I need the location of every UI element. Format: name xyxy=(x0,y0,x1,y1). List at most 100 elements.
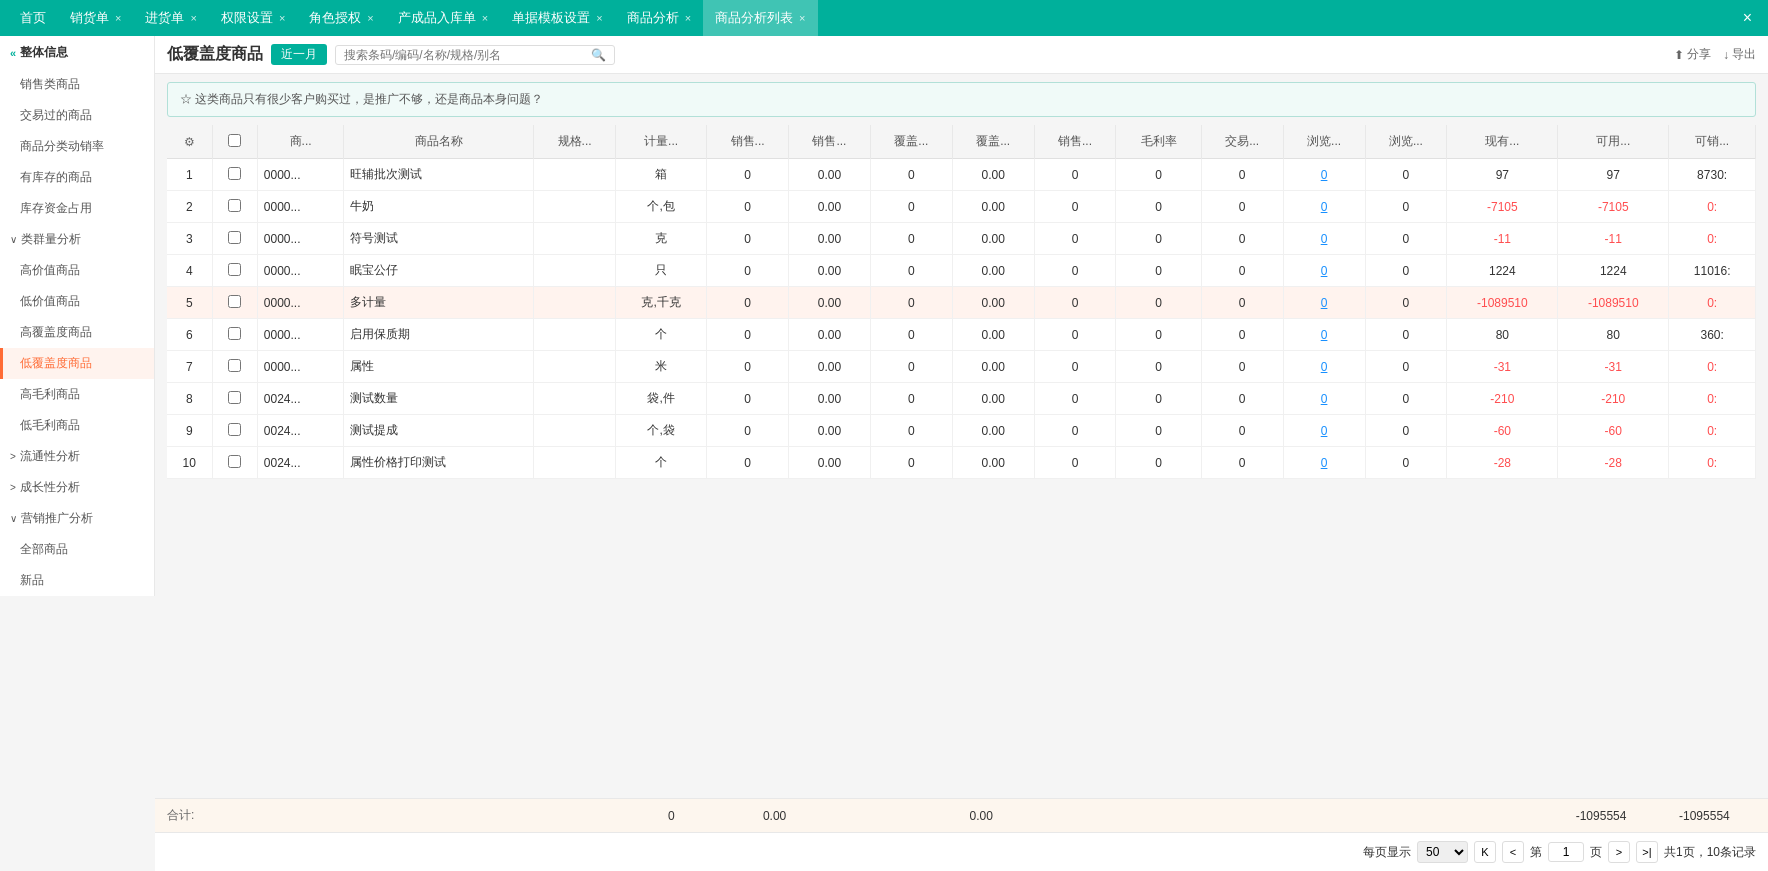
row-checkbox[interactable] xyxy=(228,455,241,468)
cell-checkbox[interactable] xyxy=(212,319,257,351)
cell-browse1[interactable]: 0 xyxy=(1283,191,1365,223)
tab-product-analysis[interactable]: 商品分析 × xyxy=(615,0,703,36)
sidebar-item-traded-goods[interactable]: 交易过的商品 xyxy=(0,100,154,131)
sidebar-item-high-value[interactable]: 高价值商品 xyxy=(0,255,154,286)
sidebar-item-low-margin[interactable]: 低毛利商品 xyxy=(0,410,154,441)
first-page-button[interactable]: K xyxy=(1474,841,1496,863)
tab-purchase[interactable]: 进货单 × xyxy=(133,0,208,36)
sidebar-item-stock-capital[interactable]: 库存资金占用 xyxy=(0,193,154,224)
cell-browse1[interactable]: 0 xyxy=(1283,255,1365,287)
cell-salable: 360: xyxy=(1669,319,1756,351)
tab-sales-order[interactable]: 销货单 × xyxy=(58,0,133,36)
tab-product-analysis-list[interactable]: 商品分析列表 × xyxy=(703,0,817,36)
search-input[interactable] xyxy=(344,48,587,62)
close-icon[interactable]: × xyxy=(596,12,602,24)
prev-page-button[interactable]: < xyxy=(1502,841,1524,863)
row-checkbox[interactable] xyxy=(228,231,241,244)
sidebar-group-growth[interactable]: > 成长性分析 xyxy=(0,472,154,503)
row-checkbox[interactable] xyxy=(228,359,241,372)
sidebar-item-sales-goods[interactable]: 销售类商品 xyxy=(0,69,154,100)
time-filter-button[interactable]: 近一月 xyxy=(271,44,327,65)
sidebar-overall-section[interactable]: « 整体信息 xyxy=(0,36,154,69)
sidebar-item-high-coverage[interactable]: 高覆盖度商品 xyxy=(0,317,154,348)
row-checkbox[interactable] xyxy=(228,263,241,276)
cell-spec xyxy=(534,159,616,191)
cell-checkbox[interactable] xyxy=(212,191,257,223)
select-all-checkbox[interactable] xyxy=(228,134,241,147)
cell-trans: 0 xyxy=(1201,383,1283,415)
sidebar-group-circulation[interactable]: > 流通性分析 xyxy=(0,441,154,472)
cell-checkbox[interactable] xyxy=(212,447,257,479)
page-number-input[interactable] xyxy=(1548,842,1584,862)
cell-browse1[interactable]: 0 xyxy=(1283,223,1365,255)
cell-checkbox[interactable] xyxy=(212,255,257,287)
th-sales2: 销售... xyxy=(789,125,871,159)
cell-checkbox[interactable] xyxy=(212,383,257,415)
cell-browse1[interactable]: 0 xyxy=(1283,415,1365,447)
close-icon[interactable]: × xyxy=(115,12,121,24)
sidebar-item-high-margin[interactable]: 高毛利商品 xyxy=(0,379,154,410)
export-icon: ↓ xyxy=(1723,48,1729,62)
cell-gross: 0 xyxy=(1116,287,1201,319)
cell-name: 多计量 xyxy=(344,287,534,319)
cell-browse1[interactable]: 0 xyxy=(1283,319,1365,351)
cell-browse1[interactable]: 0 xyxy=(1283,383,1365,415)
tab-roles[interactable]: 角色授权 × xyxy=(297,0,385,36)
sidebar-item-new-products[interactable]: 新品 xyxy=(0,565,154,596)
cell-checkbox[interactable] xyxy=(212,287,257,319)
cell-browse1[interactable]: 0 xyxy=(1283,159,1365,191)
th-transaction: 交易... xyxy=(1201,125,1283,159)
cell-code: 0000... xyxy=(257,223,344,255)
next-page-button[interactable]: > xyxy=(1608,841,1630,863)
row-checkbox[interactable] xyxy=(228,327,241,340)
sidebar-group-marketing[interactable]: ∨ 营销推广分析 xyxy=(0,503,154,534)
th-sales1: 销售... xyxy=(707,125,789,159)
cell-sales2: 0.00 xyxy=(789,447,871,479)
close-icon[interactable]: × xyxy=(367,12,373,24)
cell-browse1[interactable]: 0 xyxy=(1283,287,1365,319)
close-icon[interactable]: × xyxy=(279,12,285,24)
cell-checkbox[interactable] xyxy=(212,223,257,255)
row-checkbox[interactable] xyxy=(228,167,241,180)
export-button[interactable]: ↓ 导出 xyxy=(1723,46,1756,63)
tab-finished-goods[interactable]: 产成品入库单 × xyxy=(386,0,500,36)
close-icon[interactable]: × xyxy=(482,12,488,24)
cell-checkbox[interactable] xyxy=(212,351,257,383)
cell-code: 0000... xyxy=(257,255,344,287)
th-settings[interactable]: ⚙ xyxy=(167,125,212,159)
sidebar-item-stocked-goods[interactable]: 有库存的商品 xyxy=(0,162,154,193)
cell-checkbox[interactable] xyxy=(212,415,257,447)
cell-unit: 个 xyxy=(616,447,707,479)
sidebar-item-low-coverage[interactable]: 低覆盖度商品 xyxy=(0,348,154,379)
row-checkbox[interactable] xyxy=(228,295,241,308)
row-checkbox[interactable] xyxy=(228,391,241,404)
search-box: 🔍 xyxy=(335,45,615,65)
row-checkbox[interactable] xyxy=(228,423,241,436)
share-button[interactable]: ⬆ 分享 xyxy=(1674,46,1711,63)
sidebar-group-cluster-analysis[interactable]: ∨ 类群量分析 xyxy=(0,224,154,255)
cell-sales3: 0 xyxy=(1034,447,1116,479)
close-all-tabs-button[interactable]: × xyxy=(1735,9,1760,27)
th-checkbox[interactable] xyxy=(212,125,257,159)
cell-checkbox[interactable] xyxy=(212,159,257,191)
tab-home[interactable]: 首页 xyxy=(8,0,58,36)
cell-sales2: 0.00 xyxy=(789,255,871,287)
sidebar-item-all-goods[interactable]: 全部商品 xyxy=(0,534,154,565)
close-icon[interactable]: × xyxy=(685,12,691,24)
cell-cover2: 0.00 xyxy=(952,159,1034,191)
close-icon[interactable]: × xyxy=(799,12,805,24)
cell-browse1[interactable]: 0 xyxy=(1283,351,1365,383)
cell-name: 启用保质期 xyxy=(344,319,534,351)
row-checkbox[interactable] xyxy=(228,199,241,212)
top-navigation: 首页 销货单 × 进货单 × 权限设置 × 角色授权 × 产成品入库单 × 单据… xyxy=(0,0,1768,36)
last-page-button[interactable]: >| xyxy=(1636,841,1658,863)
sidebar-item-category-rate[interactable]: 商品分类动销率 xyxy=(0,131,154,162)
cell-browse1[interactable]: 0 xyxy=(1283,447,1365,479)
per-page-select[interactable]: 50 20 100 xyxy=(1417,841,1468,863)
tab-template-settings[interactable]: 单据模板设置 × xyxy=(500,0,614,36)
tab-permissions[interactable]: 权限设置 × xyxy=(209,0,297,36)
sidebar-item-low-value[interactable]: 低价值商品 xyxy=(0,286,154,317)
cell-avail: -31 xyxy=(1558,351,1669,383)
close-icon[interactable]: × xyxy=(190,12,196,24)
cell-unit: 个,包 xyxy=(616,191,707,223)
